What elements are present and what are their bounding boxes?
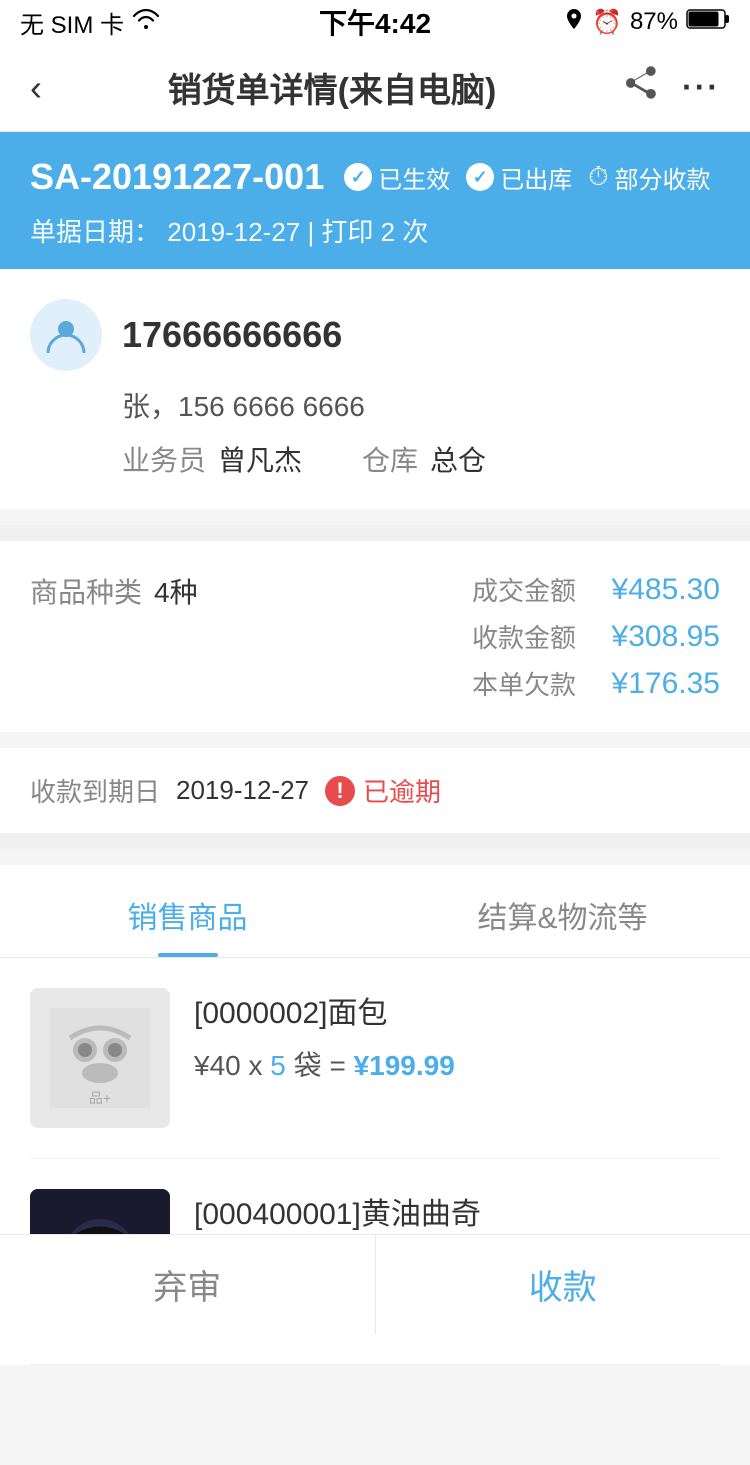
sales-name: 曾凡杰 [218,439,302,479]
summary-section: 商品种类 4种 成交金额 ¥485.30 收款金额 ¥308.95 本单欠款 ¥… [0,541,750,732]
list-item: 品+ [0000002]面包 ¥40 x 5 袋 = ¥199.99 [30,958,720,1159]
page-title: 销货单详情(来自电脑) [168,63,497,112]
tab-sales-goods-label: 销售商品 [128,902,248,935]
status-shipped: ✓ 已出库 [466,160,572,195]
due-section: 收款到期日 2019-12-27 ! 已逾期 [0,748,750,833]
product-unit-1: 袋 [294,1050,322,1081]
customer-phone: 张，156 6666 6666 [30,385,720,425]
deal-amount: ¥485.30 [600,573,720,607]
summary-left: 商品种类 4种 [30,571,198,611]
bottom-bar: 弃审 收款 [0,1234,750,1334]
status-partial: ⏱ 部分收款 [588,160,710,195]
warehouse-meta: 仓库 总仓 [362,439,486,479]
status-tags: ✓ 已生效 ✓ 已出库 ⏱ 部分收款 [344,160,710,195]
share-icon[interactable] [622,65,658,110]
overdue-badge: ! 已逾期 [325,772,441,809]
clock-icon-status: ⏰ [592,8,622,37]
check-icon-1: ✓ [344,163,372,191]
product-thumb-1: 品+ [30,988,170,1128]
clock-icon-status-badge: ⏱ [588,161,608,193]
print-info: | 打印 2 次 [307,217,428,247]
more-icon[interactable]: ··· [682,69,720,106]
sales-label: 业务员 [122,439,206,479]
sales-meta: 业务员 曾凡杰 [122,439,302,479]
due-amount: ¥176.35 [600,667,720,701]
collect-button[interactable]: 收款 [376,1235,750,1334]
due-amount-label: 本单欠款 [472,665,576,702]
status-bar-time: 下午4:42 [319,2,431,42]
battery-icon [686,8,730,37]
collected-label: 收款金额 [472,618,576,655]
product-unit-price-1: ¥40 [194,1050,241,1081]
collect-label: 收款 [529,1260,597,1309]
carrier-label: 无 SIM 卡 [20,5,124,40]
due-amount-row: 本单欠款 ¥176.35 [472,665,720,702]
status-shipped-label: 已出库 [500,160,572,195]
type-label: 商品种类 [30,571,142,611]
deal-amount-row: 成交金额 ¥485.30 [472,571,720,608]
customer-top: 17666666666 [30,299,720,371]
summary-row: 商品种类 4种 成交金额 ¥485.30 收款金额 ¥308.95 本单欠款 ¥… [30,571,720,702]
battery-label: 87% [630,8,678,36]
nav-bar: ‹ 销货单详情(来自电脑) ··· [0,44,750,132]
status-bar: 无 SIM 卡 下午4:42 ⏰ 87% [0,0,750,44]
customer-meta: 业务员 曾凡杰 仓库 总仓 [30,439,720,479]
status-effective: ✓ 已生效 [344,160,450,195]
status-partial-label: 部分收款 [615,160,711,195]
divider-1 [0,525,750,541]
customer-name: 17666666666 [122,314,342,356]
wifi-icon [132,8,160,36]
bottom-spacer [0,1365,750,1465]
collected-amount: ¥308.95 [600,620,720,654]
status-effective-label: 已生效 [378,160,450,195]
svg-text:品+: 品+ [89,1090,111,1106]
product-info-1: [0000002]面包 ¥40 x 5 袋 = ¥199.99 [194,988,720,1128]
date-value: 2019-12-27 [167,217,300,247]
product-equals-1: = [329,1050,353,1081]
tab-settlement-label: 结算&物流等 [477,902,647,935]
product-name-1: [0000002]面包 [194,988,720,1032]
tab-settlement[interactable]: 结算&物流等 [375,865,750,957]
product-name-2: [000400001]黄油曲奇 [194,1189,720,1233]
check-icon-2: ✓ [466,163,494,191]
summary-right: 成交金额 ¥485.30 收款金额 ¥308.95 本单欠款 ¥176.35 [472,571,720,702]
location-icon [564,7,584,38]
overdue-icon: ! [325,776,355,806]
type-count: 4种 [154,571,198,611]
warehouse-label: 仓库 [362,439,418,479]
product-total-1: ¥199.99 [354,1050,455,1081]
product-qty-1: 5 [270,1050,286,1081]
header-banner: SA-20191227-001 ✓ 已生效 ✓ 已出库 ⏱ 部分收款 单据日期：… [0,132,750,269]
overdue-text: 已逾期 [363,772,441,809]
divider-2 [0,833,750,849]
reject-button[interactable]: 弃审 [0,1235,376,1334]
warehouse-name: 总仓 [430,439,486,479]
nav-actions: ··· [622,65,720,110]
due-date-value: 2019-12-27 [176,775,309,806]
header-date: 单据日期： 2019-12-27 | 打印 2 次 [30,212,720,249]
reject-label: 弃审 [153,1260,221,1309]
order-id: SA-20191227-001 [30,156,324,198]
collected-amount-row: 收款金额 ¥308.95 [472,618,720,655]
deal-label: 成交金额 [472,571,576,608]
date-label: 单据日期： [30,217,160,247]
back-button[interactable]: ‹ [30,67,42,109]
product-multiply-1: x [249,1050,271,1081]
status-bar-right: ⏰ 87% [564,7,730,38]
tabs-header: 销售商品 结算&物流等 [0,865,750,958]
product-price-1: ¥40 x 5 袋 = ¥199.99 [194,1044,720,1084]
due-date-label: 收款到期日 [30,772,160,809]
tab-sales-goods[interactable]: 销售商品 [0,865,375,957]
customer-avatar [30,299,102,371]
customer-section: 17666666666 张，156 6666 6666 业务员 曾凡杰 仓库 总… [0,269,750,509]
status-bar-left: 无 SIM 卡 [20,5,160,40]
